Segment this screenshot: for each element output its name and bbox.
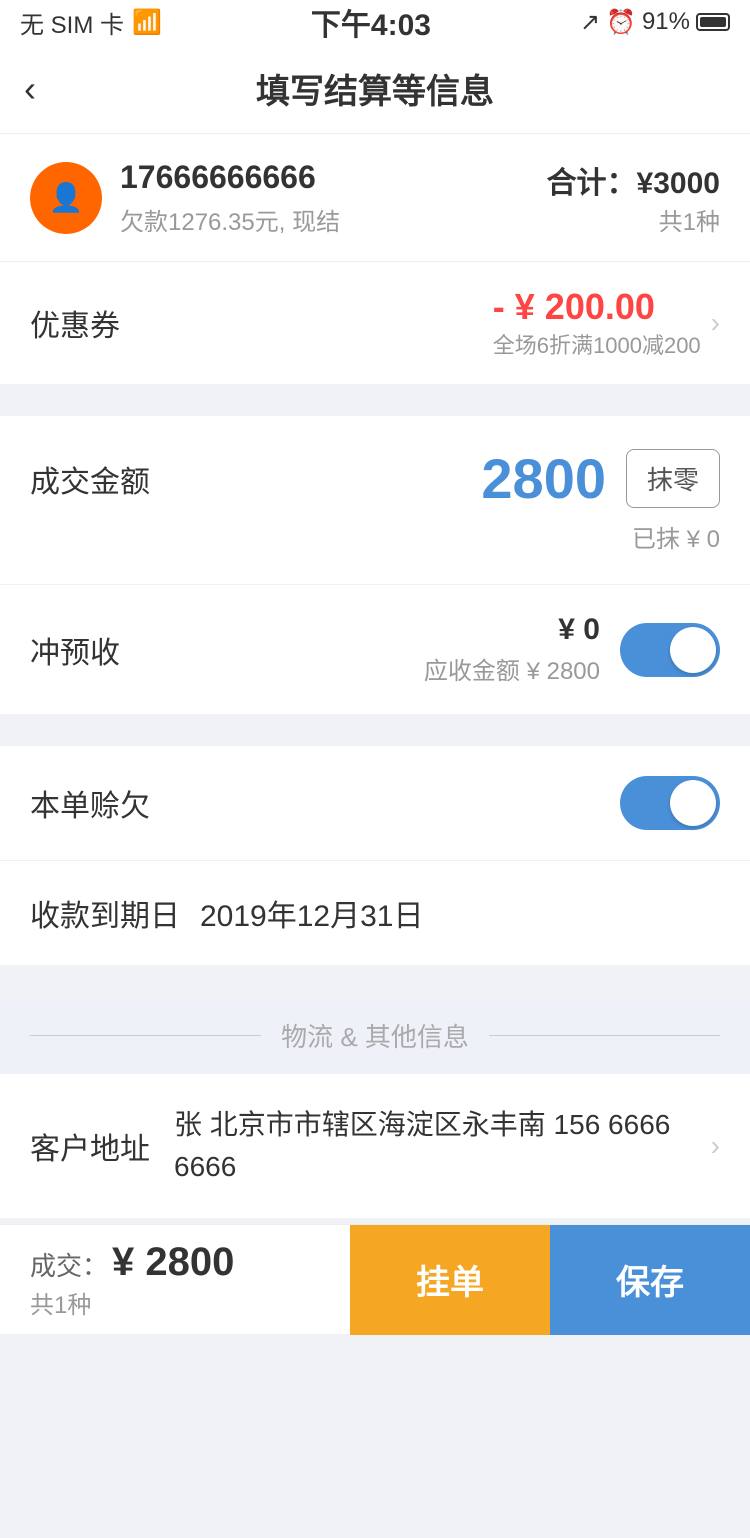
status-right: ↗ ⏰ 91% bbox=[580, 8, 730, 37]
charge-sub-note: 应收金额 ¥ 2800 bbox=[424, 651, 600, 686]
due-date-value: 2019年12月31日 bbox=[200, 891, 423, 935]
bottom-deal-label: 成交： bbox=[30, 1246, 108, 1283]
amount-label: 成交金额 bbox=[30, 457, 150, 501]
credit-row: 本单赊欠 bbox=[0, 746, 750, 860]
amount-value: 2800 bbox=[481, 446, 606, 511]
total-count: 共1种 bbox=[547, 202, 720, 237]
separator-2 bbox=[0, 714, 750, 730]
due-date-row: 收款到期日 2019年12月31日 bbox=[0, 860, 750, 965]
logistics-section: 物流 & 其他信息 客户地址 张 北京市市辖区海淀区永丰南 156 6666 6… bbox=[0, 997, 750, 1218]
amount-section: 成交金额 2800 抹零 已抹 ¥ 0 bbox=[0, 416, 750, 584]
total-amount: 合计：¥3000 bbox=[547, 158, 720, 202]
charge-label: 冲预收 bbox=[30, 628, 120, 672]
avatar: 👤 bbox=[30, 162, 102, 234]
nav-bar: ‹ 填写结算等信息 bbox=[0, 44, 750, 134]
amount-right: 2800 抹零 bbox=[481, 446, 720, 511]
coupon-row[interactable]: 优惠券 - ¥ 200.00 全场6折满1000减200 › bbox=[0, 261, 750, 384]
status-left: 无 SIM 卡 📶 bbox=[20, 5, 162, 40]
address-chevron-icon: › bbox=[711, 1130, 720, 1162]
page-title: 填写结算等信息 bbox=[256, 64, 494, 113]
logistics-divider-right bbox=[489, 1035, 720, 1036]
logistics-divider-left bbox=[30, 1035, 261, 1036]
status-bar: 无 SIM 卡 📶 下午4:03 ↗ ⏰ 91% bbox=[0, 0, 750, 44]
bottom-amount: ¥ 2800 bbox=[112, 1240, 234, 1285]
user-debt: 欠款1276.35元, 现结 bbox=[120, 202, 340, 237]
charge-toggle[interactable] bbox=[620, 623, 720, 677]
logistics-title: 物流 & 其他信息 bbox=[281, 1017, 469, 1054]
amount-row: 成交金额 2800 抹零 bbox=[30, 446, 720, 511]
charge-right: ¥ 0 应收金额 ¥ 2800 bbox=[424, 613, 720, 686]
bottom-info: 成交： ¥ 2800 共1种 bbox=[0, 1240, 350, 1320]
bottom-bar: 成交： ¥ 2800 共1种 挂单 保存 bbox=[0, 1224, 750, 1334]
wifi-icon: 📶 bbox=[132, 8, 162, 37]
coupon-right: - ¥ 200.00 全场6折满1000减200 › bbox=[493, 286, 720, 360]
alarm-icon: ⏰ bbox=[606, 8, 636, 37]
amount-sub-note: 已抹 ¥ 0 bbox=[30, 519, 720, 554]
status-time: 下午4:03 bbox=[311, 0, 431, 44]
battery-text: 91% bbox=[642, 8, 690, 36]
back-button[interactable]: ‹ bbox=[24, 68, 36, 110]
pending-button[interactable]: 挂单 bbox=[350, 1225, 550, 1335]
user-info: 17666666666 欠款1276.35元, 现结 bbox=[120, 159, 340, 237]
charge-values: ¥ 0 应收金额 ¥ 2800 bbox=[424, 613, 600, 686]
round-button[interactable]: 抹零 bbox=[626, 449, 720, 508]
avatar-icon: 👤 bbox=[49, 181, 84, 214]
separator-3 bbox=[0, 965, 750, 981]
location-icon: ↗ bbox=[580, 8, 600, 37]
user-info-card: 👤 17666666666 欠款1276.35元, 现结 合计：¥3000 共1… bbox=[0, 134, 750, 384]
user-right: 合计：¥3000 共1种 bbox=[547, 158, 720, 237]
coupon-description: 全场6折满1000减200 bbox=[493, 328, 701, 360]
address-row[interactable]: 客户地址 张 北京市市辖区海淀区永丰南 156 6666 6666 › bbox=[0, 1074, 750, 1218]
battery-icon bbox=[696, 13, 730, 31]
address-value: 张 北京市市辖区海淀区永丰南 156 6666 6666 bbox=[174, 1104, 687, 1188]
due-date-label: 收款到期日 bbox=[30, 891, 180, 935]
save-button[interactable]: 保存 bbox=[550, 1225, 750, 1335]
charge-amount: ¥ 0 bbox=[424, 613, 600, 647]
separator-1 bbox=[0, 400, 750, 416]
charge-row: 冲预收 ¥ 0 应收金额 ¥ 2800 bbox=[0, 584, 750, 714]
coupon-chevron-icon: › bbox=[711, 307, 720, 339]
coupon-label: 优惠券 bbox=[30, 301, 120, 345]
coupon-discount: - ¥ 200.00 bbox=[493, 286, 701, 328]
logistics-header: 物流 & 其他信息 bbox=[0, 997, 750, 1074]
user-row: 👤 17666666666 欠款1276.35元, 现结 合计：¥3000 共1… bbox=[0, 134, 750, 261]
user-left: 👤 17666666666 欠款1276.35元, 现结 bbox=[30, 159, 340, 237]
bottom-count: 共1种 bbox=[30, 1285, 320, 1320]
carrier-text: 无 SIM 卡 bbox=[20, 5, 124, 40]
credit-toggle[interactable] bbox=[620, 776, 720, 830]
credit-label: 本单赊欠 bbox=[30, 781, 150, 825]
address-label: 客户地址 bbox=[30, 1124, 150, 1168]
user-phone: 17666666666 bbox=[120, 159, 340, 196]
